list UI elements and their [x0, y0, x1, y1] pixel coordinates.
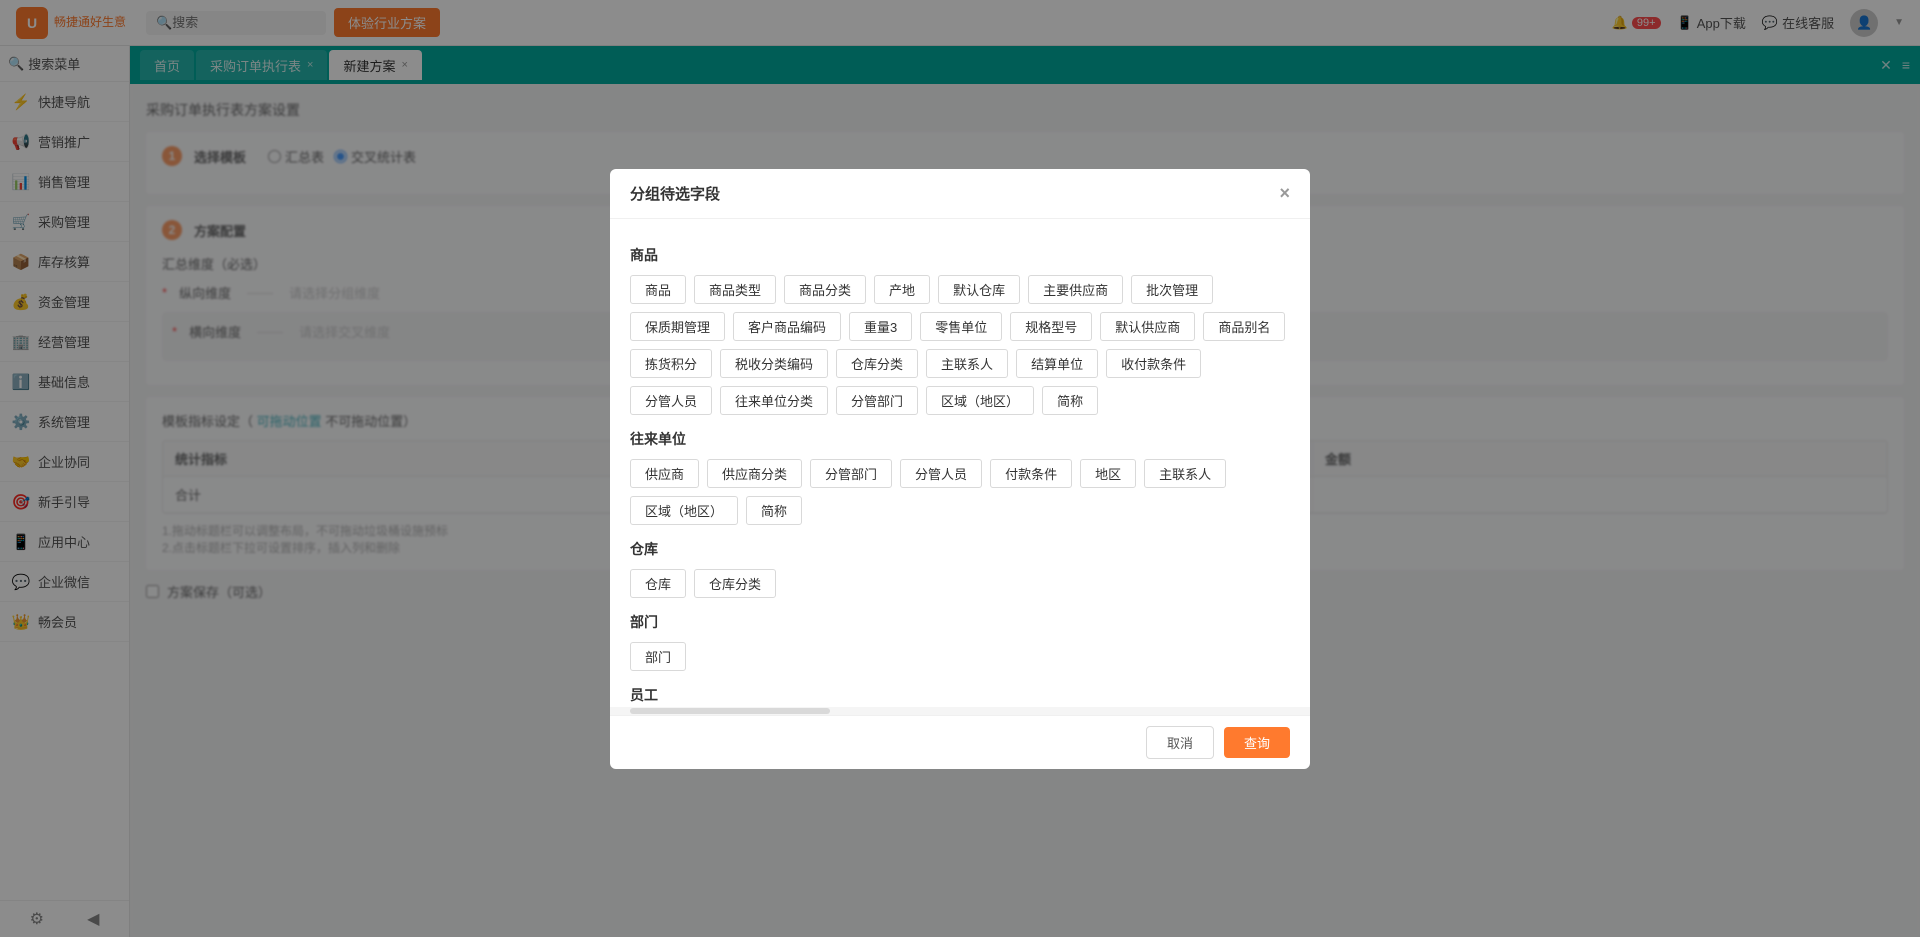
modal-footer: 取消 查询	[610, 715, 1310, 769]
field-tag[interactable]: 简称	[1042, 386, 1098, 415]
modal-header: 分组待选字段 ×	[610, 169, 1310, 219]
section-title-product: 商品	[630, 245, 1290, 265]
modal-overlay: 分组待选字段 × 商品 商品 商品类型 商品分类 产地 默认仓库 主要供应商 批…	[0, 0, 1920, 937]
field-tags-counterparty: 供应商 供应商分类 分管部门 分管人员 付款条件 地区 主联系人 区域（地区） …	[630, 459, 1290, 525]
section-title-warehouse: 仓库	[630, 539, 1290, 559]
field-tag[interactable]: 分管部门	[836, 386, 918, 415]
field-tag[interactable]: 主要供应商	[1028, 275, 1123, 304]
field-tag[interactable]: 客户商品编码	[733, 312, 841, 341]
modal-hscroll[interactable]	[610, 707, 1310, 714]
field-tag[interactable]: 零售单位	[920, 312, 1002, 341]
field-tag[interactable]: 地区	[1080, 459, 1136, 488]
field-tag[interactable]: 收付款条件	[1106, 349, 1201, 378]
field-tag[interactable]: 分管人员	[900, 459, 982, 488]
field-tag[interactable]: 保质期管理	[630, 312, 725, 341]
field-tag[interactable]: 商品别名	[1203, 312, 1285, 341]
field-tag[interactable]: 主联系人	[1144, 459, 1226, 488]
field-tag[interactable]: 拣货积分	[630, 349, 712, 378]
field-tag[interactable]: 付款条件	[990, 459, 1072, 488]
field-tag[interactable]: 简称	[746, 496, 802, 525]
field-tags-warehouse: 仓库 仓库分类	[630, 569, 1290, 598]
modal-confirm-button[interactable]: 查询	[1224, 727, 1290, 758]
modal-title: 分组待选字段	[630, 183, 720, 204]
field-tag[interactable]: 供应商分类	[707, 459, 802, 488]
field-tag[interactable]: 结算单位	[1016, 349, 1098, 378]
field-tag[interactable]: 区域（地区）	[630, 496, 738, 525]
field-tag[interactable]: 供应商	[630, 459, 699, 488]
field-tag[interactable]: 税收分类编码	[720, 349, 828, 378]
field-tag[interactable]: 分管人员	[630, 386, 712, 415]
field-tag[interactable]: 往来单位分类	[720, 386, 828, 415]
modal-close-button[interactable]: ×	[1279, 183, 1290, 204]
field-tag[interactable]: 默认供应商	[1100, 312, 1195, 341]
field-tag[interactable]: 规格型号	[1010, 312, 1092, 341]
field-tag[interactable]: 主联系人	[926, 349, 1008, 378]
modal-dialog: 分组待选字段 × 商品 商品 商品类型 商品分类 产地 默认仓库 主要供应商 批…	[610, 169, 1310, 769]
field-tag[interactable]: 产地	[874, 275, 930, 304]
field-tag[interactable]: 区域（地区）	[926, 386, 1034, 415]
field-tag[interactable]: 仓库	[630, 569, 686, 598]
field-tag[interactable]: 重量3	[849, 312, 912, 341]
field-tag[interactable]: 分管部门	[810, 459, 892, 488]
field-tag[interactable]: 仓库分类	[836, 349, 918, 378]
field-tag[interactable]: 商品分类	[784, 275, 866, 304]
field-tag[interactable]: 部门	[630, 642, 686, 671]
field-tag[interactable]: 商品	[630, 275, 686, 304]
section-title-counterparty: 往来单位	[630, 429, 1290, 449]
field-tag[interactable]: 批次管理	[1131, 275, 1213, 304]
section-title-dept: 部门	[630, 612, 1290, 632]
field-tags-product: 商品 商品类型 商品分类 产地 默认仓库 主要供应商 批次管理 保质期管理 客户…	[630, 275, 1290, 415]
modal-cancel-button[interactable]: 取消	[1146, 726, 1214, 759]
field-tag[interactable]: 商品类型	[694, 275, 776, 304]
field-tag[interactable]: 默认仓库	[938, 275, 1020, 304]
modal-body[interactable]: 商品 商品 商品类型 商品分类 产地 默认仓库 主要供应商 批次管理 保质期管理…	[610, 219, 1310, 708]
field-tags-dept: 部门	[630, 642, 1290, 671]
section-title-employee: 员工	[630, 685, 1290, 705]
field-tag[interactable]: 仓库分类	[694, 569, 776, 598]
